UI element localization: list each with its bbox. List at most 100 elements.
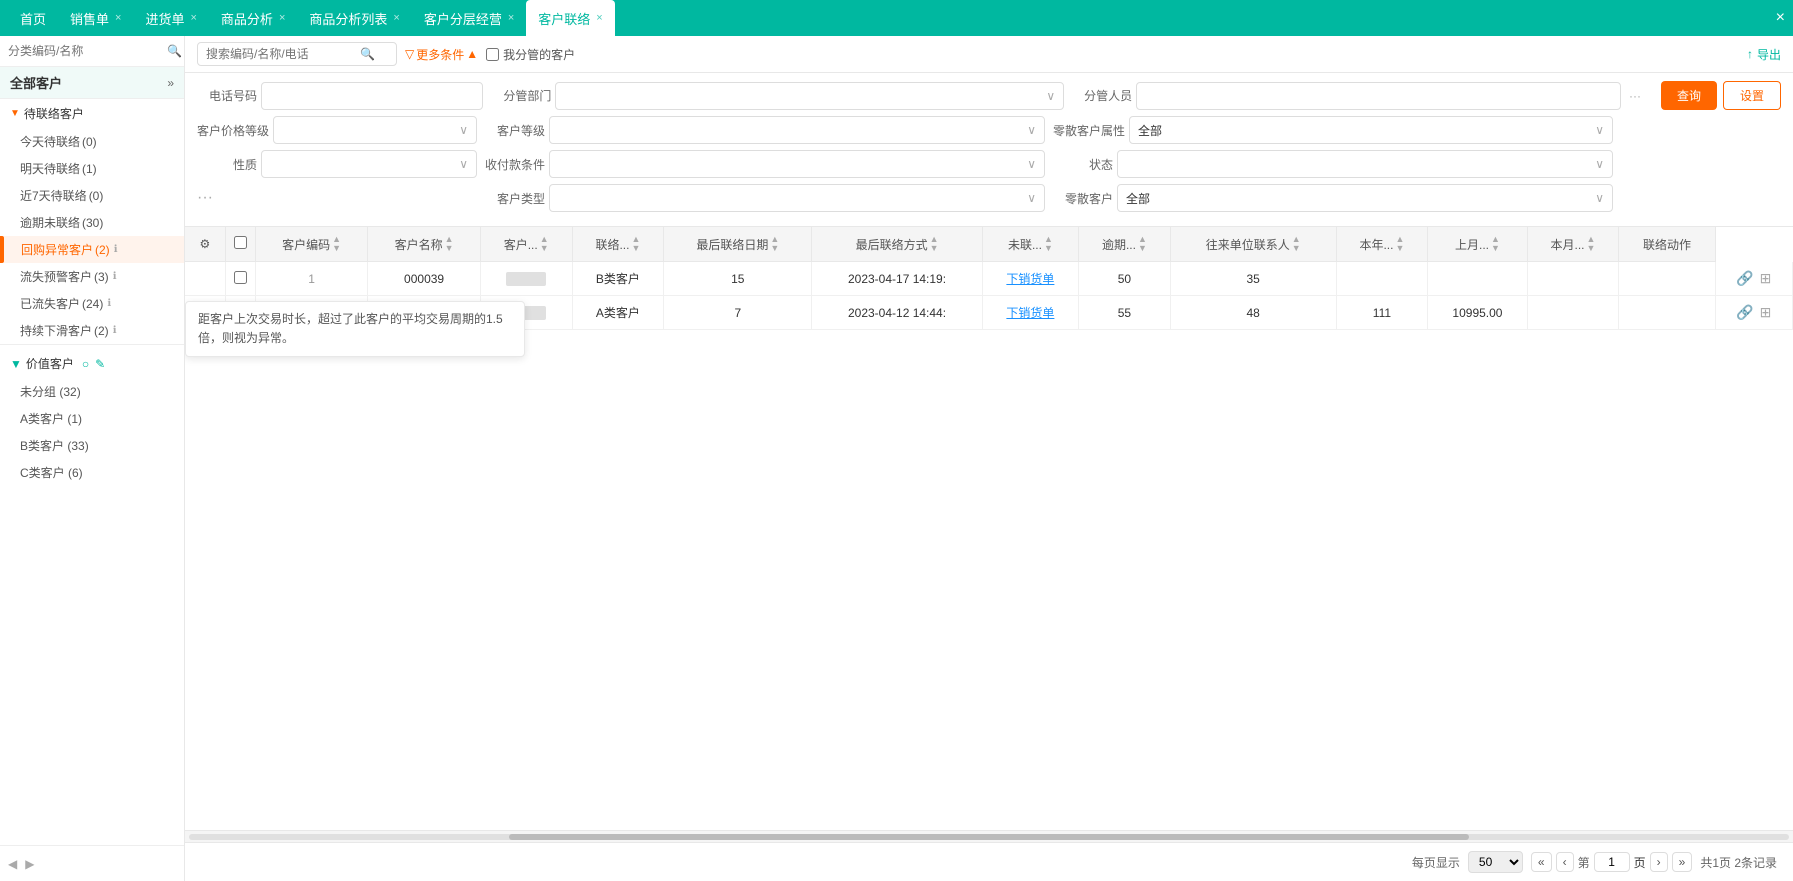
page-size-select[interactable]: 50 20 100 [1468, 851, 1523, 873]
filter-row4-more-icon[interactable]: ··· [197, 189, 221, 207]
sidebar-item-overdue-pending[interactable]: 逾期未联络 (30) [0, 209, 184, 236]
close-purchase-icon[interactable]: × [190, 12, 196, 24]
sort-unlinkd[interactable]: 未联... ▲▼ [991, 235, 1070, 253]
col-settings[interactable]: ⚙ [185, 227, 225, 262]
last-page-button[interactable]: » [1672, 852, 1693, 872]
close-analysis-list-icon[interactable]: × [393, 12, 399, 24]
sort-this-month[interactable]: 本月... ▲▼ [1536, 235, 1611, 253]
value-group-config-icon[interactable]: ✎ [95, 357, 105, 371]
search-icon[interactable]: 🔍 [360, 47, 375, 61]
person-more-icon[interactable]: ··· [1625, 89, 1645, 103]
query-button[interactable]: 查询 [1661, 81, 1717, 110]
horizontal-scrollbar[interactable] [185, 830, 1793, 842]
close-customer-tier-icon[interactable]: × [508, 12, 514, 24]
action-link-0[interactable]: 🔗 [1736, 270, 1753, 287]
nav-item-sales[interactable]: 销售单 × [58, 0, 133, 36]
sidebar-item-lost-pre[interactable]: 流失预警客户 (3) ℹ [0, 263, 184, 290]
sort-last-date[interactable]: 最后联络日期 ▲▼ [672, 235, 803, 253]
sidebar-item-class-a[interactable]: A类客户 (1) [0, 405, 184, 432]
phone-input[interactable] [261, 82, 483, 110]
gender-select[interactable]: ∨ [261, 150, 477, 178]
price-level-select[interactable]: ∨ [273, 116, 477, 144]
scrollbar-track[interactable] [189, 834, 1789, 840]
scrollbar-thumb[interactable] [509, 834, 1469, 840]
person-input[interactable] [1136, 82, 1621, 110]
nav-item-analysis-list[interactable]: 商品分析列表 × [297, 0, 411, 36]
sidebar-item-ungroupe[interactable]: 未分组 (32) [0, 378, 184, 405]
sidebar-next-icon[interactable]: ▶ [25, 857, 34, 871]
cell-overdue-1: 48 [1170, 296, 1336, 330]
sort-customer-code[interactable]: 客户编码 ▲▼ [264, 235, 359, 253]
nav-item-analysis[interactable]: 商品分析 × [209, 0, 297, 36]
sidebar-prev-icon[interactable]: ◀ [8, 857, 17, 871]
sidebar-item-repeat-buy-wrapper[interactable]: 回购异常客户 (2) ℹ [0, 236, 184, 263]
lost-pre-info-icon[interactable]: ℹ [113, 271, 117, 282]
prev-page-button[interactable]: ‹ [1556, 852, 1574, 872]
close-analysis-icon[interactable]: × [279, 12, 285, 24]
sidebar-item-class-b[interactable]: B类客户 (33) [0, 432, 184, 459]
my-customers-check[interactable] [486, 48, 499, 61]
action-grid-0[interactable]: ⊞ [1760, 270, 1772, 287]
payment-select[interactable]: ∨ [549, 150, 1045, 178]
sidebar-item-decline[interactable]: 持续下滑客户 (2) ℹ [0, 317, 184, 344]
sort-last-month[interactable]: 上月... ▲▼ [1436, 235, 1518, 253]
sort-contact-person[interactable]: 往来单位联系人 ▲▼ [1179, 235, 1328, 253]
sidebar-search-input[interactable] [8, 44, 163, 58]
nav-item-home[interactable]: 首页 [8, 0, 58, 36]
more-filter-button[interactable]: ▽ 更多条件 ▲ [405, 46, 478, 63]
filter-retail-attr: 零散客户属性 全部 ∨ [1053, 116, 1613, 144]
row-checkbox-0[interactable] [234, 271, 247, 284]
cell-checkbox-0[interactable] [225, 262, 255, 296]
page-number-input[interactable] [1594, 852, 1630, 872]
setting-button[interactable]: 设置 [1723, 81, 1781, 110]
sidebar-item-tomorrow-pending[interactable]: 明天待联络 (1) [0, 155, 184, 182]
sidebar-collapse-button[interactable]: » [167, 76, 174, 90]
export-button[interactable]: ↑ 导出 [1747, 46, 1781, 63]
search-bar: 🔍 [197, 42, 397, 66]
cell-contact-count-0: 15 [664, 262, 812, 296]
customer-type-select[interactable]: ∨ [549, 184, 1045, 212]
cell-last-method-1[interactable]: 下销货单 [982, 296, 1078, 330]
nav-item-customer-tier[interactable]: 客户分层经营 × [412, 0, 526, 36]
pending-group-header[interactable]: ▼ 待联络客户 [0, 99, 184, 128]
sort-customer-type[interactable]: 客户... ▲▼ [489, 235, 564, 253]
col-overdue: 逾期... ▲▼ [1079, 227, 1171, 262]
close-sales-icon[interactable]: × [115, 12, 121, 24]
sidebar-search-icon[interactable]: 🔍 [167, 44, 182, 58]
next-page-button[interactable]: › [1650, 852, 1668, 872]
search-input[interactable] [206, 47, 356, 61]
sort-overdue[interactable]: 逾期... ▲▼ [1087, 235, 1162, 253]
sidebar-item-class-c[interactable]: C类客户 (6) [0, 459, 184, 486]
sidebar-item-lost[interactable]: 已流失客户 (24) ℹ [0, 290, 184, 317]
sidebar-item-7days-pending[interactable]: 近7天待联络 (0) [0, 182, 184, 209]
value-group-header[interactable]: ▼ 价值客户 ○ ✎ [0, 349, 184, 378]
close-customer-contact-icon[interactable]: × [596, 12, 602, 24]
customer-level-select[interactable]: ∨ [549, 116, 1045, 144]
close-all-tabs-button[interactable]: × [1776, 9, 1785, 27]
nav-item-purchase[interactable]: 进货单 × [133, 0, 208, 36]
lost-info-icon[interactable]: ℹ [107, 298, 111, 309]
cell-last-date-0: 2023-04-17 14:19: [812, 262, 982, 296]
action-link-1[interactable]: 🔗 [1736, 304, 1753, 321]
cell-last-method-0[interactable]: 下销货单 [982, 262, 1078, 296]
sort-contact-count[interactable]: 联络... ▲▼ [581, 235, 656, 253]
decline-info-icon[interactable]: ℹ [113, 325, 117, 336]
my-customers-checkbox[interactable]: 我分管的客户 [486, 46, 575, 63]
select-all-checkbox[interactable] [234, 236, 247, 249]
repeat-buy-info-icon[interactable]: ℹ [114, 244, 118, 255]
retail-attr-select[interactable]: 全部 ∨ [1129, 116, 1613, 144]
sort-last-method[interactable]: 最后联络方式 ▲▼ [820, 235, 973, 253]
value-group-edit-icon[interactable]: ○ [82, 357, 89, 371]
sort-this-year[interactable]: 本年... ▲▼ [1345, 235, 1420, 253]
cell-this-month-0 [1619, 262, 1715, 296]
status-select[interactable]: ∨ [1117, 150, 1613, 178]
action-grid-1[interactable]: ⊞ [1760, 304, 1772, 321]
sidebar-section: ▼ 待联络客户 今天待联络 (0) 明天待联络 (1) 近7天待联络 (0) 逾… [0, 99, 184, 845]
retail-customer-select[interactable]: 全部 ∨ [1117, 184, 1613, 212]
sidebar-item-repeat-buy[interactable]: 回购异常客户 (2) ℹ [4, 236, 184, 263]
dept-select[interactable]: ∨ [555, 82, 1064, 110]
sidebar-item-today-pending[interactable]: 今天待联络 (0) [0, 128, 184, 155]
first-page-button[interactable]: « [1531, 852, 1552, 872]
nav-item-customer-contact[interactable]: 客户联络 × [526, 0, 614, 36]
sort-customer-name[interactable]: 客户名称 ▲▼ [376, 235, 471, 253]
